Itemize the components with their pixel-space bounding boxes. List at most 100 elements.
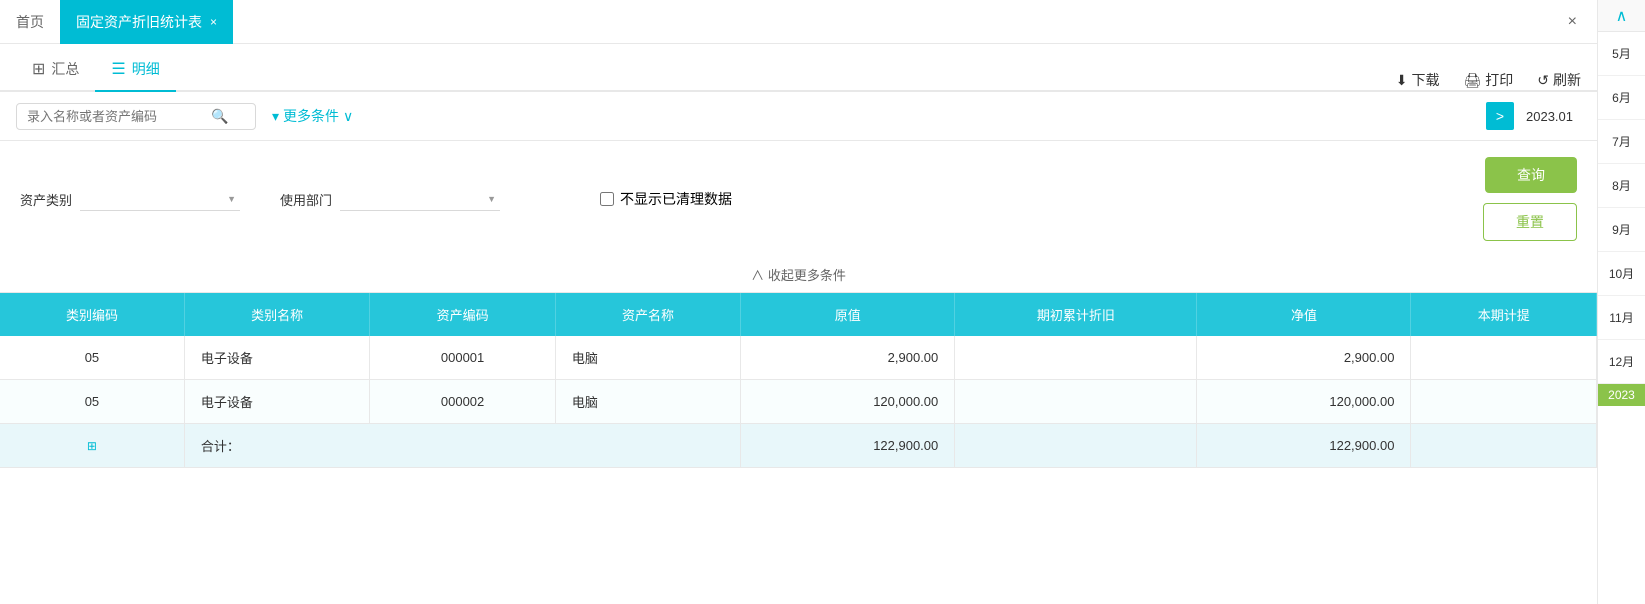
sidebar-month-item[interactable]: 12月 [1598,340,1645,384]
use-department-select-wrap [340,187,500,211]
total-accumulated-depreciation [955,424,1197,468]
table-total-row: ⊞ 合计： 122,900.00 122,900.00 [0,424,1597,468]
cell-net-value: 2,900.00 [1197,336,1411,380]
refresh-label: 刷新 [1553,70,1581,90]
print-label: 打印 [1485,70,1513,90]
tab-summary[interactable]: ⊞ 汇总 [16,48,95,92]
total-label: 合计： [184,424,740,468]
cell-original-value: 2,900.00 [741,336,955,380]
sidebar-months: 5月6月7月8月9月10月11月12月 [1598,32,1645,384]
tab-actions: ⬇ 下载 🖨 打印 ↺ 刷新 [1396,70,1581,90]
hide-cleared-checkbox[interactable] [600,192,614,206]
table-row: 05 电子设备 000001 电脑 2,900.00 2,900.00 [0,336,1597,380]
cell-asset-code: 000001 [370,336,555,380]
cell-current-depreciation [1411,380,1597,424]
hide-cleared-label: 不显示已清理数据 [620,189,732,209]
cell-category-name: 电子设备 [184,336,369,380]
cell-category-name: 电子设备 [184,380,369,424]
table-header-row: 类别编码 类别名称 资产编码 资产名称 原值 期初累计折旧 净值 本期计提 [0,293,1597,336]
sidebar-month-item[interactable]: 5月 [1598,32,1645,76]
total-icon: ⊞ [87,439,97,453]
tab-detail-label: 明细 [132,59,160,79]
date-nav-prev[interactable]: > [1486,102,1514,130]
col-current-depreciation: 本期计提 [1411,293,1597,336]
chevron-down-icon: ∨ [343,108,353,125]
advanced-filter: 资产类别 使用部门 不显示已清理数据 [0,141,1597,293]
sidebar-month-item[interactable]: 8月 [1598,164,1645,208]
sidebar-month-item[interactable]: 10月 [1598,252,1645,296]
collapse-bar[interactable]: ∧ 收起更多条件 [20,257,1577,292]
col-category-code: 类别编码 [0,293,184,336]
window-close-button[interactable]: × [1548,0,1597,43]
cell-original-value: 120,000.00 [741,380,955,424]
asset-category-label: 资产类别 [20,190,72,209]
active-tab[interactable]: 固定资产折旧统计表 × [60,0,233,44]
top-nav: 首页 固定资产折旧统计表 × × [0,0,1597,44]
home-nav[interactable]: 首页 [16,12,60,32]
filter-bar: 🔍 ▾ 更多条件 ∨ > 2023.01 [0,92,1597,141]
print-icon: 🖨 [1463,72,1481,89]
col-accumulated-depreciation: 期初累计折旧 [955,293,1197,336]
use-department-field: 使用部门 [280,187,500,211]
table-body: 05 电子设备 000001 电脑 2,900.00 2,900.00 05 电… [0,336,1597,468]
total-original-value: 122,900.00 [741,424,955,468]
total-net-value: 122,900.00 [1197,424,1411,468]
use-department-label: 使用部门 [280,190,332,209]
cell-category-code: 05 [0,336,184,380]
col-original-value: 原值 [741,293,955,336]
search-icon[interactable]: 🔍 [211,108,228,125]
query-button[interactable]: 查询 [1485,157,1577,193]
tab-close-icon[interactable]: × [210,15,217,29]
col-category-name: 类别名称 [184,293,369,336]
collapse-label: 收起更多条件 [768,268,846,283]
tab-bar: ⊞ 汇总 ☰ 明细 ⬇ 下载 🖨 打印 ↺ 刷新 [0,44,1597,92]
table-row: 05 电子设备 000002 电脑 120,000.00 120,000.00 [0,380,1597,424]
sidebar-month-item[interactable]: 7月 [1598,120,1645,164]
more-conditions-button[interactable]: ▾ 更多条件 ∨ [272,106,353,126]
asset-category-select[interactable] [80,187,240,211]
col-asset-code: 资产编码 [370,293,555,336]
download-button[interactable]: ⬇ 下载 [1396,70,1440,90]
hide-cleared-field: 不显示已清理数据 [600,189,732,209]
cell-accumulated-depreciation [955,336,1197,380]
total-icon-cell: ⊞ [0,424,184,468]
data-table: 类别编码 类别名称 资产编码 资产名称 原值 期初累计折旧 净值 本期计提 05… [0,293,1597,468]
download-label: 下载 [1411,70,1439,90]
use-department-select[interactable] [340,187,500,211]
cell-asset-name: 电脑 [555,336,740,380]
col-asset-name: 资产名称 [555,293,740,336]
print-button[interactable]: 🖨 打印 [1463,70,1513,90]
refresh-button[interactable]: ↺ 刷新 [1537,70,1581,90]
cell-accumulated-depreciation [955,380,1197,424]
sidebar-month-item[interactable]: 11月 [1598,296,1645,340]
tab-title: 固定资产折旧统计表 [76,12,202,32]
cell-asset-code: 000002 [370,380,555,424]
cell-category-code: 05 [0,380,184,424]
more-conditions-label: 更多条件 [283,106,339,126]
sidebar-month-item[interactable]: 6月 [1598,76,1645,120]
cell-net-value: 120,000.00 [1197,380,1411,424]
reset-button[interactable]: 重置 [1483,203,1577,241]
tab-detail[interactable]: ☰ 明细 [95,48,175,92]
sidebar-nav-up[interactable]: ∧ [1598,0,1645,32]
filter-buttons: 查询 重置 [1483,157,1577,241]
refresh-icon: ↺ [1537,72,1549,89]
cell-asset-name: 电脑 [555,380,740,424]
tab-summary-label: 汇总 [51,59,79,79]
search-input[interactable] [27,109,207,124]
filter-row: 资产类别 使用部门 不显示已清理数据 [20,157,1577,241]
right-sidebar: ∧ 5月6月7月8月9月10月11月12月 2023 [1597,0,1645,604]
col-net-value: 净值 [1197,293,1411,336]
date-label: 2023.01 [1518,109,1581,124]
filter-icon: ▾ [272,108,279,125]
sidebar-year-badge[interactable]: 2023 [1598,384,1645,406]
total-current-depreciation [1411,424,1597,468]
detail-tab-icon: ☰ [111,59,125,79]
search-wrap: 🔍 [16,103,256,130]
date-nav: > 2023.01 [1486,102,1581,130]
table-area: 类别编码 类别名称 资产编码 资产名称 原值 期初累计折旧 净值 本期计提 05… [0,293,1597,604]
sidebar-month-item[interactable]: 9月 [1598,208,1645,252]
asset-category-select-wrap [80,187,240,211]
asset-category-field: 资产类别 [20,187,240,211]
cell-current-depreciation [1411,336,1597,380]
